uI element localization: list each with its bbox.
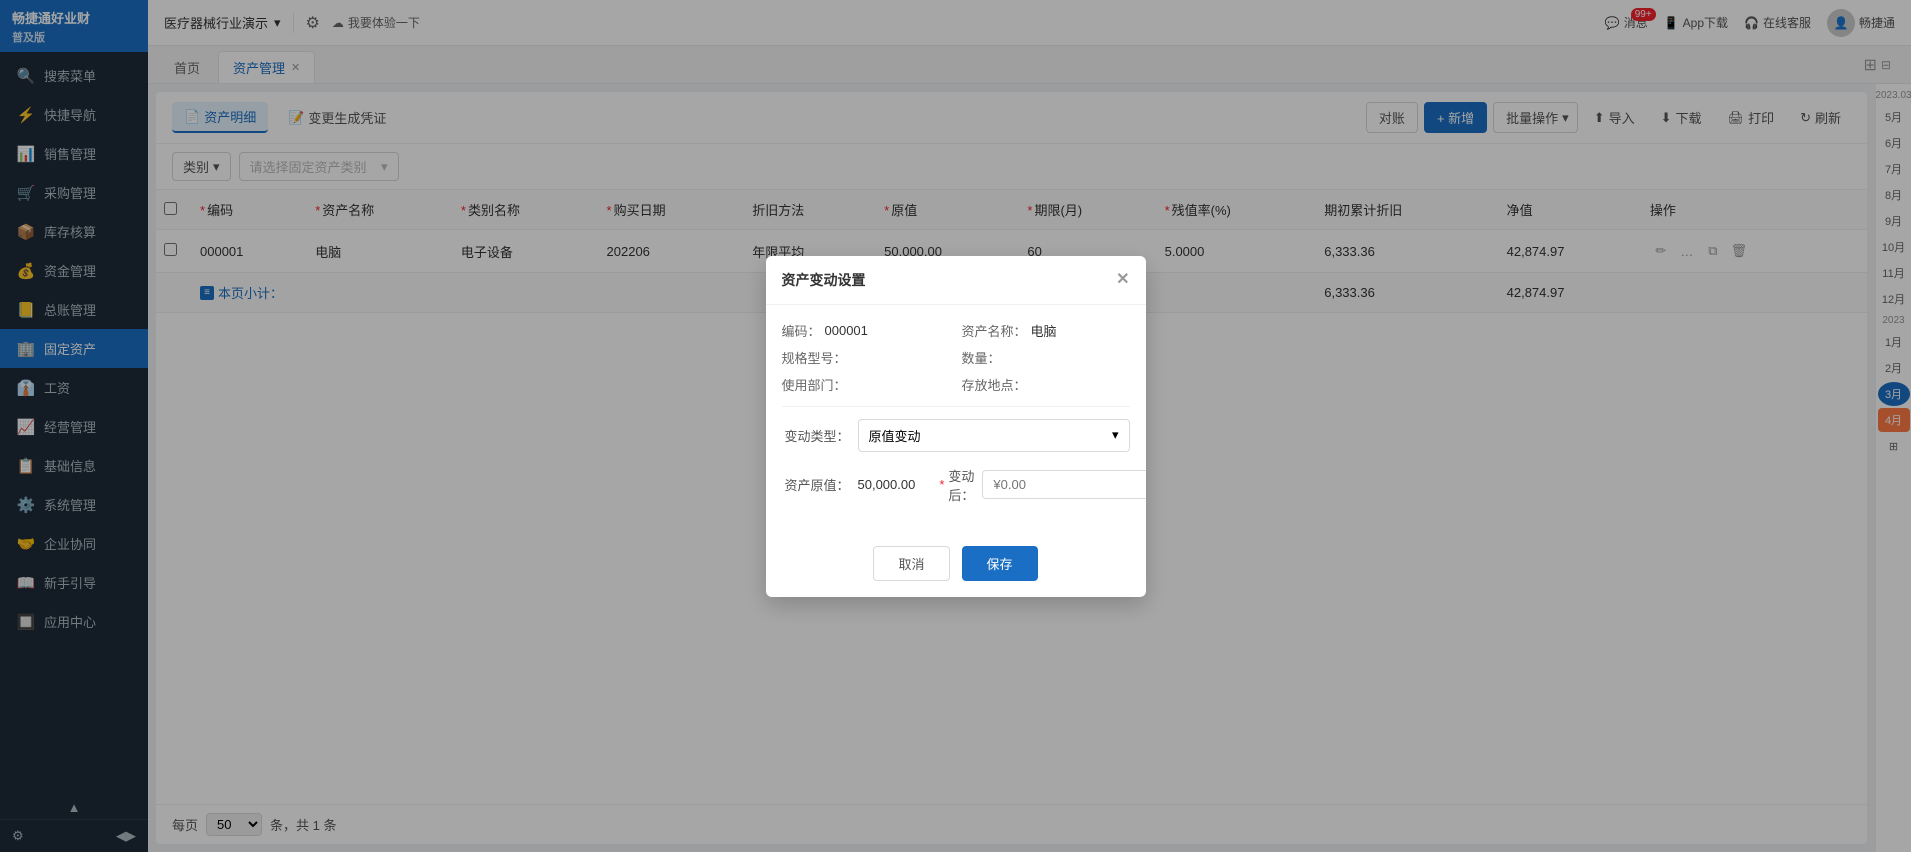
asset-change-modal: 资产变动设置 ✕ 编码： 000001 资产名称： 电脑 规格型号： 数量： xyxy=(766,256,1146,597)
asset-value-display: 50,000.00 xyxy=(858,477,916,492)
modal-spec-item: 规格型号： xyxy=(782,348,950,367)
name-value: 电脑 xyxy=(1031,321,1057,340)
cancel-button[interactable]: 取消 xyxy=(873,546,949,581)
modal-info-grid: 编码： 000001 资产名称： 电脑 规格型号： 数量： 使用部门： xyxy=(782,321,1130,394)
modal-header: 资产变动设置 ✕ xyxy=(766,256,1146,305)
change-type-select[interactable]: 原值变动 ▾ xyxy=(858,419,1130,452)
after-change-input[interactable] xyxy=(982,470,1145,499)
spec-label: 规格型号： xyxy=(782,348,847,367)
change-type-label: 变动类型： xyxy=(782,426,850,445)
modal-quantity-item: 数量： xyxy=(962,348,1130,367)
modal-close-btn[interactable]: ✕ xyxy=(1116,272,1129,288)
dept-label: 使用部门： xyxy=(782,375,847,394)
quantity-label: 数量： xyxy=(962,348,1001,367)
change-type-row: 变动类型： 原值变动 ▾ xyxy=(782,419,1130,452)
modal-dept-item: 使用部门： xyxy=(782,375,950,394)
modal-name-item: 资产名称： 电脑 xyxy=(962,321,1130,340)
modal-title: 资产变动设置 xyxy=(782,270,866,290)
change-type-dropdown-icon: ▾ xyxy=(1112,427,1119,443)
modal-divider xyxy=(782,406,1130,407)
modal-code-item: 编码： 000001 xyxy=(782,321,950,340)
location-label: 存放地点： xyxy=(962,375,1027,394)
after-change-wrapper: * 变动后： xyxy=(939,466,1145,504)
code-value: 000001 xyxy=(825,323,868,338)
change-type-value: 原值变动 xyxy=(869,426,921,445)
modal-location-item: 存放地点： xyxy=(962,375,1130,394)
name-label: 资产名称： xyxy=(962,321,1027,340)
modal-body: 编码： 000001 资产名称： 电脑 规格型号： 数量： 使用部门： xyxy=(766,305,1146,534)
required-star: * xyxy=(939,477,944,492)
save-button[interactable]: 保存 xyxy=(962,546,1038,581)
asset-value-row: 资产原值： 50,000.00 * 变动后： xyxy=(782,466,1130,504)
modal-footer: 取消 保存 xyxy=(766,534,1146,597)
code-label: 编码： xyxy=(782,321,821,340)
modal-overlay: 资产变动设置 ✕ 编码： 000001 资产名称： 电脑 规格型号： 数量： xyxy=(0,0,1911,852)
asset-value-label: 资产原值： xyxy=(782,475,850,494)
after-change-label: 变动后： xyxy=(948,466,974,504)
